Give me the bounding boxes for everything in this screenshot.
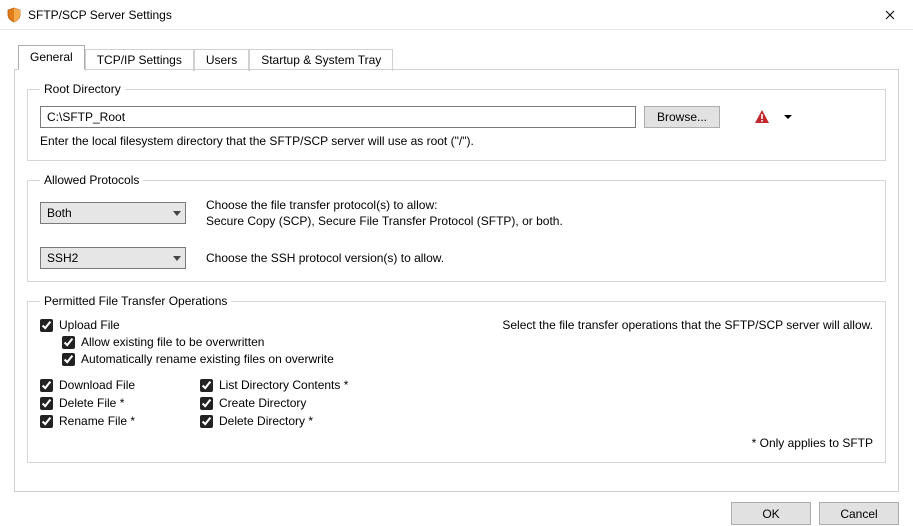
checkbox-list-directory-input[interactable]	[200, 379, 213, 392]
tab-users[interactable]: Users	[194, 49, 249, 71]
transfer-desc-line1: Choose the file transfer protocol(s) to …	[206, 197, 563, 213]
app-icon	[6, 7, 22, 23]
checkbox-auto-rename-label: Automatically rename existing files on o…	[81, 352, 334, 366]
transfer-protocol-select[interactable]: Both	[40, 202, 186, 224]
operations-footnote: * Only applies to SFTP	[752, 436, 873, 450]
transfer-protocol-description: Choose the file transfer protocol(s) to …	[206, 197, 563, 229]
checkbox-list-directory-label: List Directory Contents *	[219, 378, 348, 392]
tab-tcpip[interactable]: TCP/IP Settings	[85, 49, 194, 71]
checkbox-delete-directory-label: Delete Directory *	[219, 414, 313, 428]
group-allowed-protocols: Allowed Protocols Both Choose the file t…	[27, 173, 886, 282]
checkbox-create-directory-input[interactable]	[200, 397, 213, 410]
warning-icon[interactable]	[754, 109, 770, 125]
checkbox-delete-file-label: Delete File *	[59, 396, 124, 410]
allowed-protocols-legend: Allowed Protocols	[40, 173, 143, 187]
permitted-operations-legend: Permitted File Transfer Operations	[40, 294, 231, 308]
checkbox-upload-file[interactable]: Upload File	[40, 318, 334, 332]
warning-dropdown-caret[interactable]	[784, 115, 792, 119]
ok-button[interactable]: OK	[731, 502, 811, 525]
cancel-button[interactable]: Cancel	[819, 502, 899, 525]
checkbox-rename-file[interactable]: Rename File *	[40, 414, 200, 428]
tab-startup[interactable]: Startup & System Tray	[249, 49, 393, 71]
checkbox-allow-overwrite-input[interactable]	[62, 336, 75, 349]
close-button[interactable]	[867, 0, 913, 30]
dialog-button-bar: OK Cancel	[0, 492, 913, 525]
checkbox-download-file-input[interactable]	[40, 379, 53, 392]
close-icon	[885, 10, 895, 20]
checkbox-download-file-label: Download File	[59, 378, 135, 392]
checkbox-delete-file[interactable]: Delete File *	[40, 396, 200, 410]
window-title: SFTP/SCP Server Settings	[28, 8, 172, 22]
group-root-directory: Root Directory Browse... Enter the local…	[27, 82, 886, 161]
checkbox-list-directory[interactable]: List Directory Contents *	[200, 378, 420, 392]
checkbox-upload-file-label: Upload File	[59, 318, 120, 332]
group-permitted-operations: Permitted File Transfer Operations Uploa…	[27, 294, 886, 463]
checkbox-create-directory[interactable]: Create Directory	[200, 396, 420, 410]
transfer-protocol-value: Both	[47, 206, 72, 220]
transfer-desc-line2: Secure Copy (SCP), Secure File Transfer …	[206, 213, 563, 229]
checkbox-download-file[interactable]: Download File	[40, 378, 200, 392]
browse-button[interactable]: Browse...	[644, 106, 720, 128]
root-directory-input[interactable]	[40, 106, 636, 128]
checkbox-create-directory-label: Create Directory	[219, 396, 306, 410]
ssh-protocol-select[interactable]: SSH2	[40, 247, 186, 269]
root-directory-legend: Root Directory	[40, 82, 125, 96]
checkbox-delete-directory[interactable]: Delete Directory *	[200, 414, 420, 428]
operations-hint: Select the file transfer operations that…	[502, 318, 873, 332]
tab-panel-general: Root Directory Browse... Enter the local…	[14, 69, 899, 492]
checkbox-allow-overwrite[interactable]: Allow existing file to be overwritten	[62, 335, 334, 349]
checkbox-upload-file-input[interactable]	[40, 319, 53, 332]
checkbox-auto-rename-input[interactable]	[62, 353, 75, 366]
checkbox-auto-rename[interactable]: Automatically rename existing files on o…	[62, 352, 334, 366]
checkbox-delete-file-input[interactable]	[40, 397, 53, 410]
ssh-protocol-description: Choose the SSH protocol version(s) to al…	[206, 250, 444, 266]
chevron-down-icon	[173, 211, 181, 216]
chevron-down-icon	[173, 256, 181, 261]
ssh-protocol-value: SSH2	[47, 251, 78, 265]
titlebar: SFTP/SCP Server Settings	[0, 0, 913, 30]
checkbox-rename-file-input[interactable]	[40, 415, 53, 428]
content-area: General TCP/IP Settings Users Startup & …	[0, 30, 913, 492]
root-directory-hint: Enter the local filesystem directory tha…	[40, 134, 873, 148]
checkbox-rename-file-label: Rename File *	[59, 414, 135, 428]
checkbox-delete-directory-input[interactable]	[200, 415, 213, 428]
checkbox-allow-overwrite-label: Allow existing file to be overwritten	[81, 335, 264, 349]
tab-general[interactable]: General	[18, 45, 85, 70]
tab-strip: General TCP/IP Settings Users Startup & …	[14, 44, 899, 69]
